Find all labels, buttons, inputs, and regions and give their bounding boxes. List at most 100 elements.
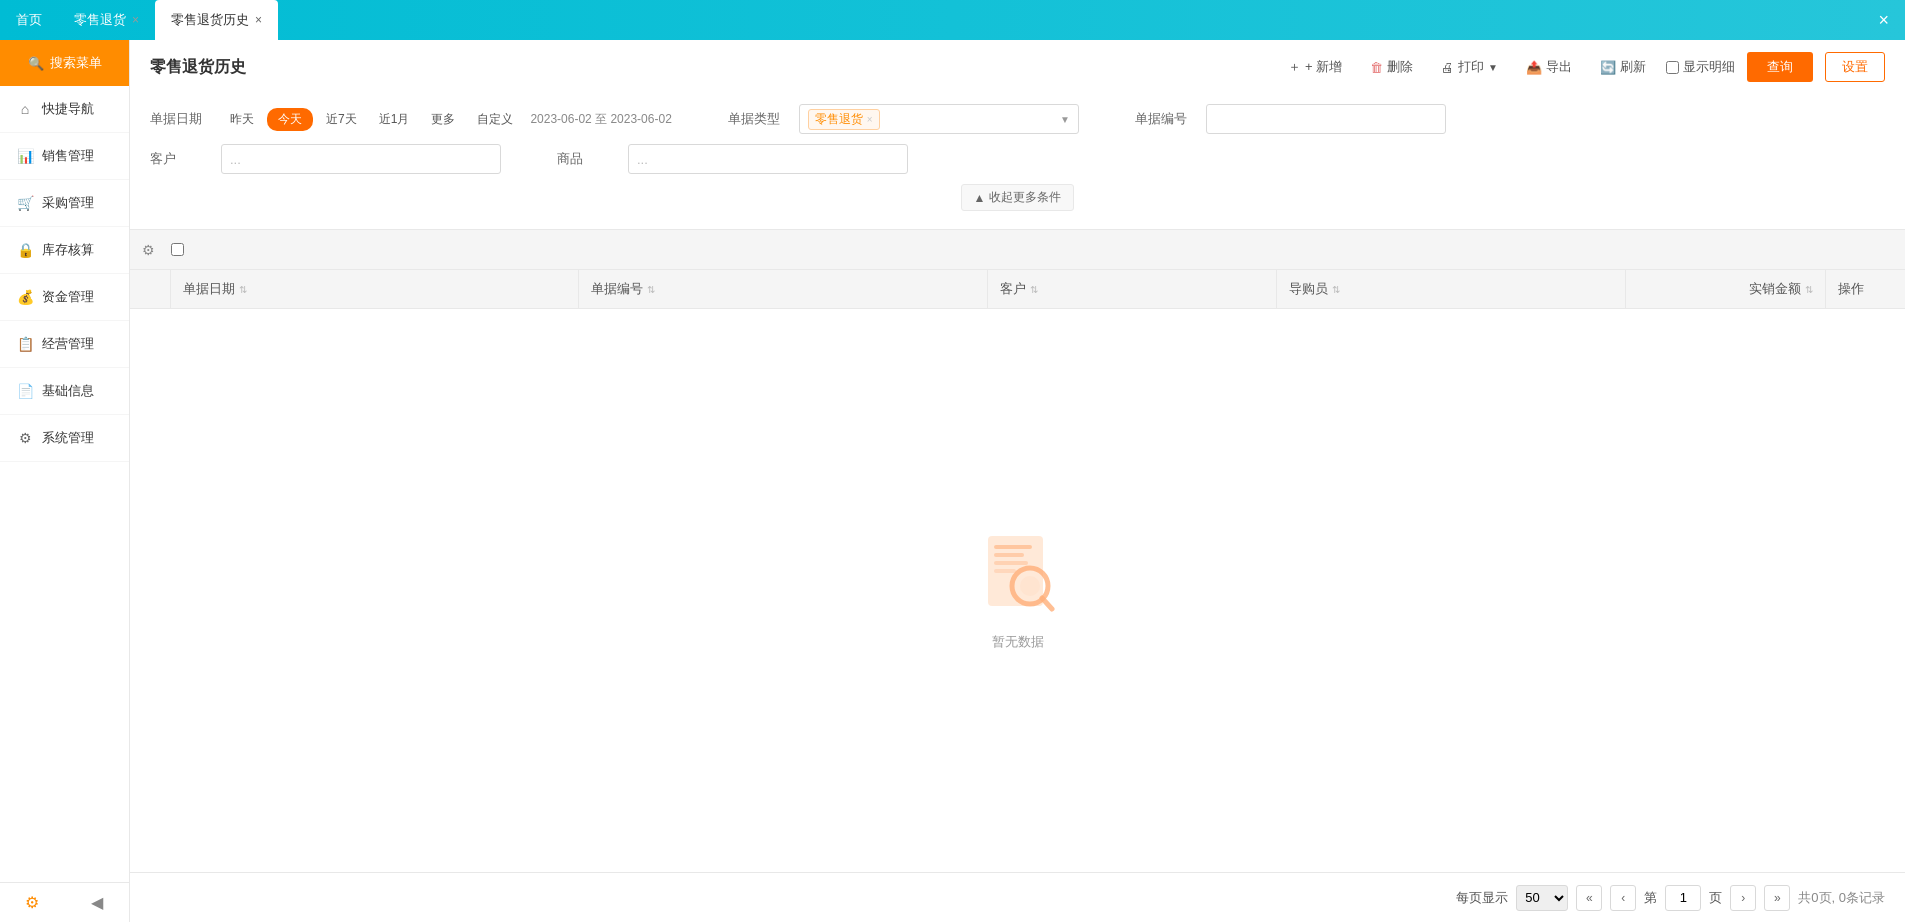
content-area: 零售退货历史 ＋ + 新增 🗑 删除 🖨 打印 ▼: [130, 40, 1905, 922]
table-container: ⚙ 单据日期 ⇅ 单据: [130, 230, 1905, 872]
tab-home[interactable]: 首页: [0, 0, 58, 40]
per-page-label: 每页显示: [1456, 889, 1508, 907]
tab-retail-return-label: 零售退货: [74, 11, 126, 29]
tab-retail-return[interactable]: 零售退货 ×: [58, 0, 155, 40]
svg-rect-1: [994, 545, 1032, 549]
sidebar-item-inventory[interactable]: 🔒 库存核算: [0, 227, 129, 274]
filter-row-2: 客户 ... 商品 ...: [150, 144, 1885, 174]
data-table: 单据日期 ⇅ 单据编号 ⇅ 客户: [130, 270, 1905, 309]
th-guide[interactable]: 导购员 ⇅: [1276, 270, 1625, 309]
export-label: 导出: [1546, 58, 1572, 76]
sidebar-collapse-btn[interactable]: ◀: [65, 883, 130, 922]
tab-bar: 首页 零售退货 × 零售退货历史 ×: [0, 0, 1878, 40]
basic-info-icon: 📄: [16, 382, 34, 400]
sidebar-menu: ⌂ 快捷导航 📊 销售管理 🛒 采购管理 🔒 库存核算 💰 资金管理 📋: [0, 86, 129, 882]
th-guide-label: 导购员: [1289, 280, 1328, 298]
sort-no-icon: ⇅: [647, 284, 655, 295]
collapse-label: 收起更多条件: [989, 189, 1061, 206]
voucher-type-tag: 零售退货 ×: [808, 109, 880, 130]
sort-amount-icon: ⇅: [1805, 284, 1813, 295]
page-summary: 共0页, 0条记录: [1798, 889, 1885, 907]
date-btn-today[interactable]: 今天: [267, 108, 313, 131]
svg-rect-4: [994, 569, 1016, 573]
voucher-type-tag-close[interactable]: ×: [867, 114, 873, 125]
home-icon: ⌂: [16, 100, 34, 118]
th-customer[interactable]: 客户 ⇅: [987, 270, 1276, 309]
top-bar-close-btn[interactable]: ×: [1878, 10, 1905, 31]
date-btn-more[interactable]: 更多: [422, 108, 464, 131]
sidebar-item-sales-mgmt[interactable]: 📊 销售管理: [0, 133, 129, 180]
table-select-all-checkbox[interactable]: [171, 243, 184, 256]
sidebar-item-operations-label: 经营管理: [42, 335, 94, 353]
pagination: 每页显示 50 10 20 100 « ‹ 第 页 › » 共0页, 0条记录: [130, 872, 1905, 922]
sidebar-settings-btn[interactable]: ⚙: [0, 883, 65, 922]
goods-input[interactable]: ...: [628, 144, 908, 174]
refresh-icon: 🔄: [1600, 60, 1616, 75]
svg-rect-2: [994, 553, 1024, 557]
date-range-value: 2023-06-02 至 2023-06-02: [530, 111, 671, 128]
svg-rect-3: [994, 561, 1028, 565]
collapse-btn[interactable]: ▲ 收起更多条件: [961, 184, 1075, 211]
sidebar-item-basic-info[interactable]: 📄 基础信息: [0, 368, 129, 415]
filter-area: 单据日期 昨天 今天 近7天 近1月 更多 自定义 2023-06-02 至 2…: [150, 94, 1885, 229]
sidebar-item-purchase-mgmt[interactable]: 🛒 采购管理: [0, 180, 129, 227]
th-amount[interactable]: 实销金额 ⇅: [1625, 270, 1825, 309]
tab-retail-return-close[interactable]: ×: [132, 13, 139, 27]
page-number-input[interactable]: [1665, 885, 1701, 911]
show-detail-label: 显示明细: [1683, 58, 1735, 76]
sidebar-item-finance-mgmt[interactable]: 💰 资金管理: [0, 274, 129, 321]
inventory-icon: 🔒: [16, 241, 34, 259]
page-unit: 页: [1709, 889, 1722, 907]
sidebar-item-operations-mgmt[interactable]: 📋 经营管理: [0, 321, 129, 368]
first-page-btn[interactable]: «: [1576, 885, 1602, 911]
prev-page-btn[interactable]: ‹: [1610, 885, 1636, 911]
finance-icon: 💰: [16, 288, 34, 306]
page-title: 零售退货历史: [150, 57, 246, 78]
new-icon: ＋: [1288, 58, 1301, 76]
sidebar-item-finance-label: 资金管理: [42, 288, 94, 306]
sidebar-search-label: 搜索菜单: [50, 54, 102, 72]
last-page-btn[interactable]: »: [1764, 885, 1790, 911]
th-action: 操作: [1825, 270, 1905, 309]
sidebar: 🔍 搜索菜单 ⌂ 快捷导航 📊 销售管理 🛒 采购管理 🔒 库存核算 💰: [0, 40, 130, 922]
tab-retail-return-history-close[interactable]: ×: [255, 13, 262, 27]
delete-btn[interactable]: 🗑 删除: [1362, 54, 1421, 80]
table-settings-icon[interactable]: ⚙: [142, 242, 155, 258]
date-btn-1month[interactable]: 近1月: [370, 108, 419, 131]
voucher-type-select[interactable]: 零售退货 × ▼: [799, 104, 1079, 134]
export-btn[interactable]: 📤 导出: [1518, 54, 1580, 80]
voucher-no-input[interactable]: [1206, 104, 1446, 134]
customer-input[interactable]: ...: [221, 144, 501, 174]
date-btn-yesterday[interactable]: 昨天: [221, 108, 263, 131]
th-no[interactable]: 单据编号 ⇅: [579, 270, 988, 309]
sort-guide-icon: ⇅: [1332, 284, 1340, 295]
sidebar-item-quick-nav[interactable]: ⌂ 快捷导航: [0, 86, 129, 133]
sidebar-search[interactable]: 🔍 搜索菜单: [0, 40, 129, 86]
new-btn[interactable]: ＋ + 新增: [1280, 54, 1350, 80]
sidebar-item-quick-nav-label: 快捷导航: [42, 100, 94, 118]
filter-row-1: 单据日期 昨天 今天 近7天 近1月 更多 自定义 2023-06-02 至 2…: [150, 104, 1885, 134]
sidebar-item-purchase-label: 采购管理: [42, 194, 94, 212]
next-page-btn[interactable]: ›: [1730, 885, 1756, 911]
empty-illustration: [968, 531, 1068, 621]
refresh-btn[interactable]: 🔄 刷新: [1592, 54, 1654, 80]
query-button[interactable]: 查询: [1747, 52, 1813, 82]
print-btn[interactable]: 🖨 打印 ▼: [1433, 54, 1506, 80]
date-btn-custom[interactable]: 自定义: [468, 108, 522, 131]
search-icon: 🔍: [28, 56, 44, 71]
per-page-select[interactable]: 50 10 20 100: [1516, 885, 1568, 911]
show-detail-checkbox[interactable]: [1666, 61, 1679, 74]
settings-button[interactable]: 设置: [1825, 52, 1885, 82]
tab-retail-return-history[interactable]: 零售退货历史 ×: [155, 0, 278, 40]
svg-point-7: [1020, 576, 1040, 596]
print-label: 打印: [1458, 58, 1484, 76]
delete-label: 删除: [1387, 58, 1413, 76]
sidebar-item-system-mgmt[interactable]: ⚙ 系统管理: [0, 415, 129, 462]
sidebar-item-basic-info-label: 基础信息: [42, 382, 94, 400]
date-label: 单据日期: [150, 110, 205, 128]
date-btn-7days[interactable]: 近7天: [317, 108, 366, 131]
th-date[interactable]: 单据日期 ⇅: [170, 270, 579, 309]
th-date-label: 单据日期: [183, 280, 235, 298]
print-icon: 🖨: [1441, 60, 1454, 75]
empty-state: 暂无数据: [130, 309, 1905, 872]
